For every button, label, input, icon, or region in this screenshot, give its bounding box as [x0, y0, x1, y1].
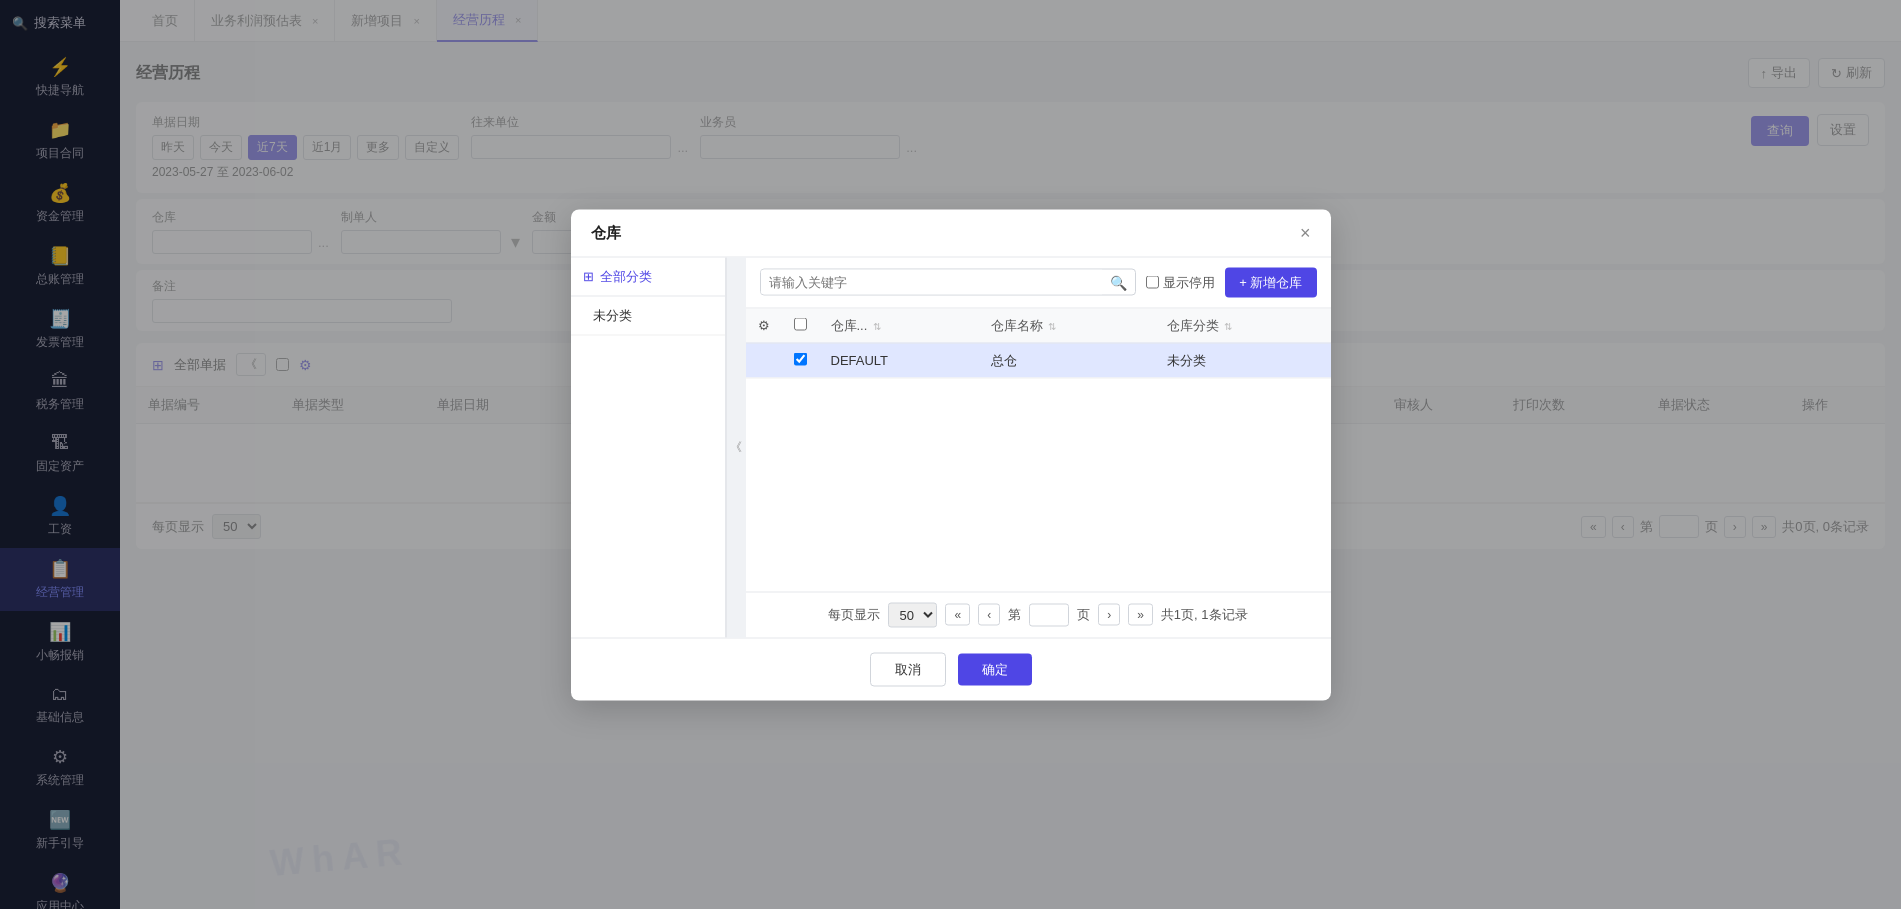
row-name: 总仓 [979, 343, 1155, 378]
modal-per-page-label: 每页显示 [828, 606, 880, 624]
show-disabled-text: 显示停用 [1163, 273, 1215, 291]
modal-select-all[interactable] [794, 317, 807, 330]
th-modal-checkbox [782, 308, 819, 343]
modal-right-panel: 🔍 显示停用 + 新增仓库 ⚙ [746, 257, 1331, 637]
modal-pagination: 每页显示 50 « ‹ 第 1 页 › » 共1页, 1条记录 [746, 591, 1331, 637]
modal-page-word: 第 [1008, 606, 1021, 624]
modal-header: 仓库 × [571, 209, 1331, 257]
modal-close-button[interactable]: × [1300, 224, 1311, 242]
modal-next-btn[interactable]: › [1098, 604, 1120, 626]
modal-body: ⊞ 全部分类 未分类 《 🔍 显示停用 + 新增仓库 [571, 257, 1331, 637]
modal-prev-btn[interactable]: ‹ [978, 604, 1000, 626]
modal-page-input[interactable]: 1 [1029, 603, 1069, 626]
th-modal-settings: ⚙ [746, 308, 782, 343]
grid-icon: ⊞ [583, 269, 594, 284]
th-modal-name: 仓库名称 ⇅ [979, 308, 1155, 343]
show-disabled-label[interactable]: 显示停用 [1146, 273, 1215, 291]
modal-left-all[interactable]: ⊞ 全部分类 [571, 257, 725, 296]
modal-table-wrap: ⚙ 仓库... ⇅ 仓库名称 ⇅ [746, 308, 1331, 591]
show-disabled-checkbox[interactable] [1146, 276, 1159, 289]
modal-footer: 取消 确定 [571, 637, 1331, 700]
confirm-button[interactable]: 确定 [958, 653, 1032, 685]
th-modal-code: 仓库... ⇅ [819, 308, 979, 343]
modal-last-btn[interactable]: » [1128, 604, 1153, 626]
modal-title: 仓库 [591, 223, 621, 242]
modal-table: ⚙ 仓库... ⇅ 仓库名称 ⇅ [746, 308, 1331, 378]
row-code: DEFAULT [819, 343, 979, 378]
row-category: 未分类 [1155, 343, 1331, 378]
modal-search-wrap: 🔍 [760, 269, 1137, 296]
modal-collapse-button[interactable]: 《 [726, 257, 746, 637]
modal-right-toolbar: 🔍 显示停用 + 新增仓库 [746, 257, 1331, 308]
modal-left-item-label: 未分类 [593, 307, 632, 322]
modal-per-page-select[interactable]: 50 [888, 602, 937, 627]
modal-first-btn[interactable]: « [945, 604, 970, 626]
row-select-checkbox[interactable] [794, 352, 807, 365]
modal-page-label: 页 [1077, 606, 1090, 624]
row-checkbox [782, 343, 819, 378]
row-settings [746, 343, 782, 378]
modal-total: 共1页, 1条记录 [1161, 606, 1248, 624]
modal-left-scroll [571, 335, 725, 637]
cancel-button[interactable]: 取消 [870, 652, 946, 686]
modal-left-uncategorized[interactable]: 未分类 [571, 296, 725, 335]
add-warehouse-button[interactable]: + 新增仓库 [1225, 267, 1316, 297]
warehouse-modal: 仓库 × ⊞ 全部分类 未分类 《 🔍 [571, 209, 1331, 700]
modal-left-all-label: 全部分类 [600, 267, 652, 285]
table-row[interactable]: DEFAULT 总仓 未分类 [746, 343, 1331, 378]
th-modal-category: 仓库分类 ⇅ [1155, 308, 1331, 343]
modal-left-panel: ⊞ 全部分类 未分类 [571, 257, 726, 637]
modal-search-input[interactable] [761, 270, 1103, 295]
modal-search-icon[interactable]: 🔍 [1102, 274, 1135, 290]
